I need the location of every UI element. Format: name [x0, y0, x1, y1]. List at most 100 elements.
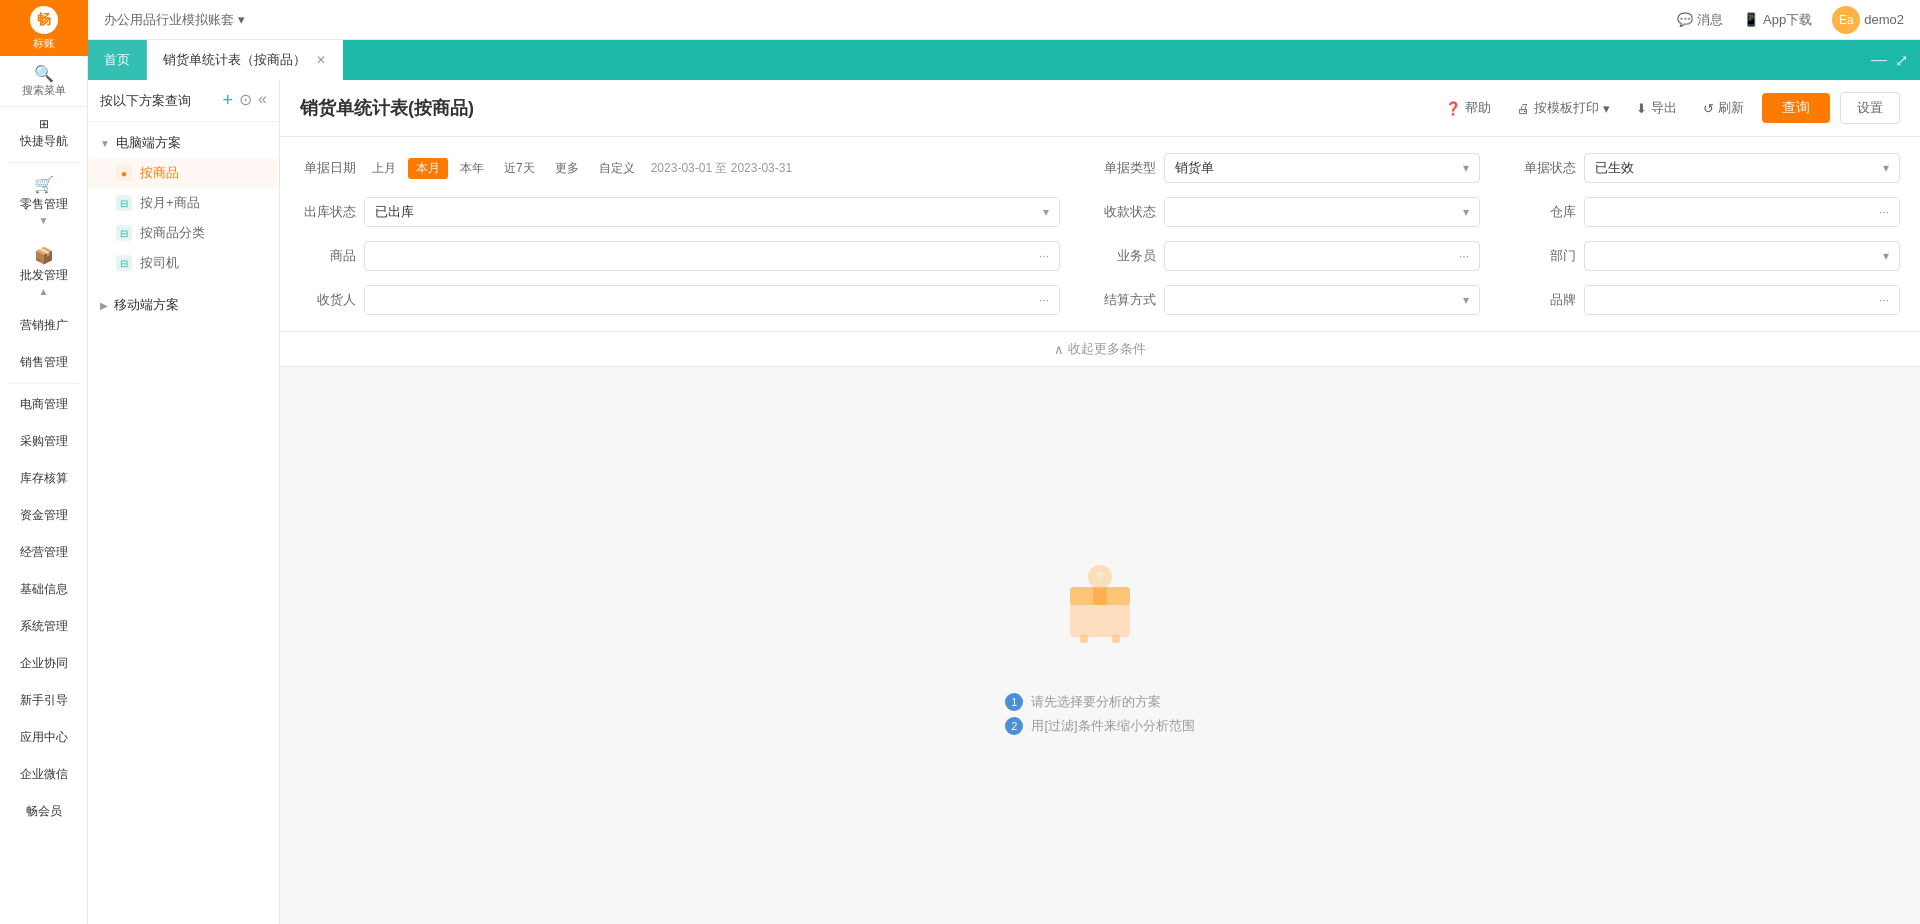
tab-minimize-btn[interactable]: —	[1867, 51, 1891, 69]
help-btn[interactable]: ❓ 帮助	[1437, 95, 1499, 121]
filter-date: 单据日期 上月 本月 本年 近7天 更多 自定义 2023-03-01 至 20…	[300, 158, 1060, 179]
sub-sidebar: 按以下方案查询 + ⊙ « ▼ 电脑端方案 ● 按商品 ⊟ 按	[88, 80, 280, 924]
filter-out-status: 出库状态 已出库 ▾	[300, 197, 1060, 227]
export-icon: ⬇	[1636, 101, 1647, 116]
finance-label: 资金管理	[20, 507, 68, 524]
sidebar-item-basic[interactable]: 基础信息	[0, 571, 87, 608]
sales-rep-control[interactable]: ···	[1164, 241, 1480, 271]
receipt-status-control[interactable]: ▾	[1164, 197, 1480, 227]
sidebar-item-member[interactable]: 畅会员	[0, 793, 87, 830]
doc-type-control[interactable]: 销货单 ▾	[1164, 153, 1480, 183]
user-menu[interactable]: Ea demo2	[1832, 6, 1904, 34]
sidebar-item-newbie[interactable]: 新手引导	[0, 682, 87, 719]
add-scheme-btn[interactable]: +	[223, 90, 234, 111]
main-area: 办公用品行业模拟账套 ▾ 💬 消息 📱 App下载 Ea demo2 首页	[88, 0, 1920, 924]
sidebar-search[interactable]: 🔍 搜索菜单	[0, 56, 87, 107]
payment-control[interactable]: ▾	[1164, 285, 1480, 315]
doc-type-arrow: ▾	[1463, 161, 1469, 175]
settings-btn[interactable]: 设置	[1840, 92, 1900, 124]
tip2-text: 用[过滤]条件来缩小分析范围	[1031, 717, 1194, 735]
collapse-bar: ∧ 收起更多条件	[280, 332, 1920, 367]
edit-scheme-btn[interactable]: ⊙	[239, 90, 252, 111]
sidebar-item-quick-nav[interactable]: ⊞ 快捷导航	[0, 107, 87, 160]
print-btn[interactable]: 🖨 按模板打印 ▾	[1509, 95, 1618, 121]
refresh-btn[interactable]: ↺ 刷新	[1695, 95, 1752, 121]
basic-label: 基础信息	[20, 581, 68, 598]
filter-doc-status: 单据状态 已生效 ▾	[1520, 153, 1900, 183]
sidebar-item-sales[interactable]: 销售管理	[0, 344, 87, 381]
sidebar-item-wholesale[interactable]: 📦 批发管理 ▲	[0, 236, 87, 307]
collapse-label: 收起更多条件	[1068, 340, 1146, 358]
by-month-icon: ⊟	[116, 195, 132, 211]
scheme-by-product-cat[interactable]: ⊟ 按商品分类	[88, 218, 279, 248]
scheme-by-clerk[interactable]: ⊟ 按司机	[88, 248, 279, 278]
recipient-control[interactable]: ···	[364, 285, 1060, 315]
doc-status-control[interactable]: 已生效 ▾	[1584, 153, 1900, 183]
by-product-icon: ●	[116, 165, 132, 181]
scheme-by-month-product[interactable]: ⊟ 按月+商品	[88, 188, 279, 218]
header-right: 💬 消息 📱 App下载 Ea demo2	[1677, 6, 1904, 34]
sidebar-item-purchase[interactable]: 采购管理	[0, 423, 87, 460]
collapse-btn[interactable]: ∧ 收起更多条件	[1054, 340, 1146, 358]
sidebar-item-wechat[interactable]: 企业微信	[0, 756, 87, 793]
empty-state: ? 1 请先选择要分析的方案 2 用[过滤]条件来缩小分析范围	[280, 367, 1920, 924]
message-btn[interactable]: 💬 消息	[1677, 11, 1723, 29]
content-wrapper: 按以下方案查询 + ⊙ « ▼ 电脑端方案 ● 按商品 ⊟ 按	[88, 80, 1920, 924]
sidebar-item-ecommerce[interactable]: 电商管理	[0, 386, 87, 423]
tip1-text: 请先选择要分析的方案	[1031, 693, 1161, 711]
payment-label: 结算方式	[1100, 291, 1156, 309]
app-name-arrow: ▾	[238, 12, 245, 27]
app-name[interactable]: 办公用品行业模拟账套 ▾	[104, 11, 245, 29]
warehouse-label: 仓库	[1520, 203, 1576, 221]
refresh-label: 刷新	[1718, 99, 1744, 117]
tab-home[interactable]: 首页	[88, 40, 147, 80]
sidebar-item-finance[interactable]: 资金管理	[0, 497, 87, 534]
empty-box-svg: ?	[1055, 557, 1145, 647]
date-tab-7days[interactable]: 近7天	[496, 158, 543, 179]
app-logo[interactable]: 畅 标账	[0, 0, 88, 56]
date-tab-custom[interactable]: 自定义	[591, 158, 643, 179]
help-label: 帮助	[1465, 99, 1491, 117]
scheme-by-product[interactable]: ● 按商品	[88, 158, 279, 188]
avatar: Ea	[1832, 6, 1860, 34]
filter-sales-rep: 业务员 ···	[1100, 241, 1480, 271]
tab-report[interactable]: 销货单统计表（按商品） ✕	[147, 40, 343, 80]
app-download-btn[interactable]: 📱 App下载	[1743, 11, 1812, 29]
svg-rect-5	[1080, 635, 1088, 643]
svg-rect-6	[1112, 635, 1120, 643]
date-tab-last-month[interactable]: 上月	[364, 158, 404, 179]
product-control[interactable]: ···	[364, 241, 1060, 271]
sidebar-item-operations[interactable]: 经营管理	[0, 534, 87, 571]
purchase-label: 采购管理	[20, 433, 68, 450]
tab-close-icon[interactable]: ✕	[316, 53, 326, 67]
date-tab-this-year[interactable]: 本年	[452, 158, 492, 179]
by-clerk-label: 按司机	[140, 254, 179, 272]
sidebar-item-inventory[interactable]: 库存核算	[0, 460, 87, 497]
filter-area: 单据日期 上月 本月 本年 近7天 更多 自定义 2023-03-01 至 20…	[280, 137, 1920, 332]
export-btn[interactable]: ⬇ 导出	[1628, 95, 1685, 121]
tab-maximize-btn[interactable]: ⤢	[1891, 51, 1912, 70]
sidebar-item-enterprise[interactable]: 企业协同	[0, 645, 87, 682]
wechat-label: 企业微信	[20, 766, 68, 783]
doc-status-label: 单据状态	[1520, 159, 1576, 177]
doc-status-value: 已生效	[1595, 159, 1883, 177]
by-product-cat-icon: ⊟	[116, 225, 132, 241]
query-btn[interactable]: 查询	[1762, 93, 1830, 123]
mobile-scheme-category[interactable]: ▶ 移动端方案	[88, 290, 279, 320]
out-status-control[interactable]: 已出库 ▾	[364, 197, 1060, 227]
collapse-sidebar-btn[interactable]: «	[258, 90, 267, 111]
pc-scheme-category[interactable]: ▼ 电脑端方案	[88, 128, 279, 158]
sidebar-item-system[interactable]: 系统管理	[0, 608, 87, 645]
sidebar-item-marketing[interactable]: 营销推广	[0, 307, 87, 344]
warehouse-control[interactable]: ···	[1584, 197, 1900, 227]
wholesale-icon: 📦	[34, 246, 54, 265]
date-tab-more[interactable]: 更多	[547, 158, 587, 179]
payment-arrow: ▾	[1463, 293, 1469, 307]
sidebar-item-app-center[interactable]: 应用中心	[0, 719, 87, 756]
sub-sidebar-actions: + ⊙ «	[223, 90, 267, 111]
sidebar: 畅 标账 🔍 搜索菜单 ⊞ 快捷导航 🛒 零售管理 ▼ 📦 批发管理 ▲ 营销推…	[0, 0, 88, 924]
brand-control[interactable]: ···	[1584, 285, 1900, 315]
sidebar-item-retail[interactable]: 🛒 零售管理 ▼	[0, 165, 87, 236]
date-tab-this-month[interactable]: 本月	[408, 158, 448, 179]
department-control[interactable]: ▾	[1584, 241, 1900, 271]
